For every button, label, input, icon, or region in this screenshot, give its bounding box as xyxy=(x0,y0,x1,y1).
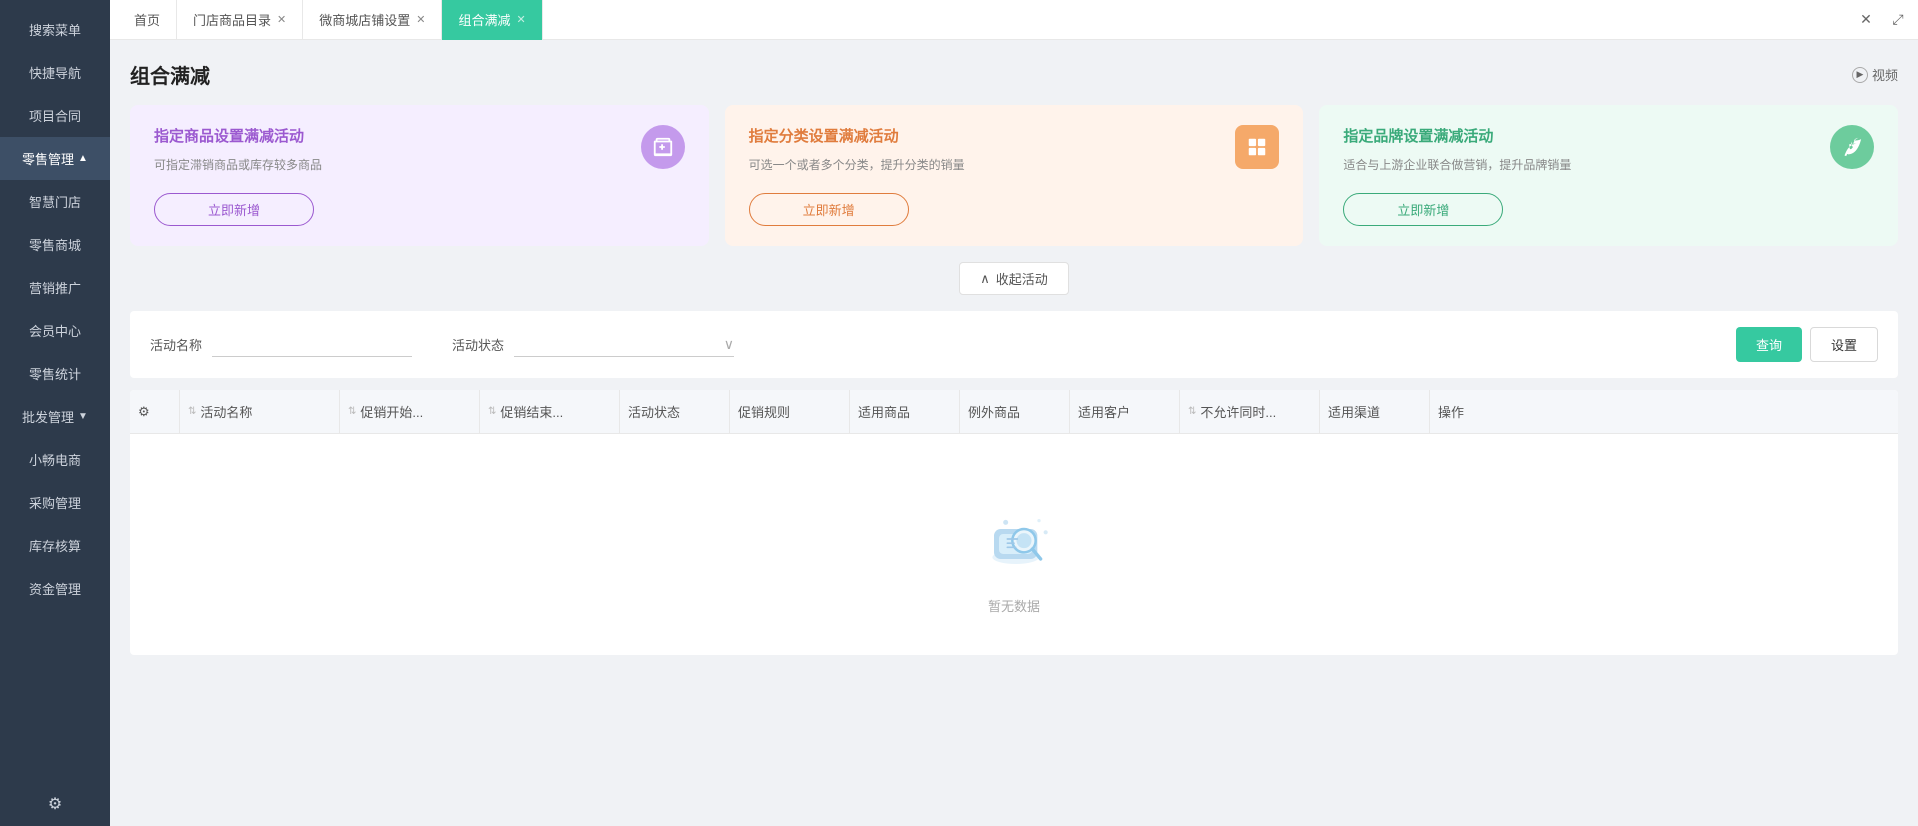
activity-status-select[interactable]: 全部 进行中 未开始 已结束 xyxy=(514,333,734,356)
card-product-icon xyxy=(641,125,685,169)
sidebar-item-wholesale-mgmt[interactable]: 批发管理 ▼ xyxy=(0,395,110,438)
sidebar-item-zero-mall[interactable]: 零售商城 xyxy=(0,223,110,266)
th-promo-rules: 促销规则 xyxy=(730,390,850,433)
filter-row: 活动名称 活动状态 全部 进行中 未开始 已结束 ∨ 查询 xyxy=(130,311,1898,378)
tabbar-actions: ✕ ⤢ xyxy=(1854,8,1910,32)
sort-icon[interactable]: ⇅ xyxy=(348,406,356,417)
card-brand-desc: 适合与上游企业联合做营销，提升品牌销量 xyxy=(1343,156,1874,175)
card-category-title: 指定分类设置满减活动 xyxy=(749,125,1280,146)
card-brand-icon xyxy=(1830,125,1874,169)
sidebar-item-marketing[interactable]: 营销推广 xyxy=(0,266,110,309)
sort-icon[interactable]: ⇅ xyxy=(1188,406,1196,417)
card-product-btn[interactable]: 立即新增 xyxy=(154,193,314,226)
close-window-icon[interactable]: ✕ xyxy=(1854,8,1878,32)
sidebar-item-retail-stats[interactable]: 零售统计 xyxy=(0,352,110,395)
card-product-desc: 可指定滞销商品或库存较多商品 xyxy=(154,156,685,175)
chevron-down-icon: ▼ xyxy=(78,411,88,422)
empty-illustration xyxy=(964,494,1064,584)
sidebar-item-retail-management[interactable]: 零售管理 ▲ xyxy=(0,137,110,180)
activity-status-label: 活动状态 xyxy=(452,335,504,354)
card-product-title: 指定商品设置满减活动 xyxy=(154,125,685,146)
settings-button[interactable]: 设置 xyxy=(1810,327,1878,362)
tab-home[interactable]: 首页 xyxy=(118,0,177,40)
main-area: 首页 门店商品目录 ✕ 微商城店铺设置 ✕ 组合满减 ✕ ✕ ⤢ 组合满减 ▶ … xyxy=(110,0,1918,826)
th-applicable-customers: 适用客户 xyxy=(1070,390,1180,433)
table-header: ⚙ ⇅ 活动名称 ⇅ 促销开始... ⇅ 促销结束... 活动状态 xyxy=(130,390,1898,434)
sidebar-item-xiaochang-ecom[interactable]: 小畅电商 xyxy=(0,438,110,481)
query-button[interactable]: 查询 xyxy=(1736,327,1802,362)
filter-actions: 查询 设置 xyxy=(1736,327,1878,362)
sidebar-item-search-menu[interactable]: 搜索菜单 xyxy=(0,8,110,51)
th-operations: 操作 xyxy=(1430,390,1550,433)
th-promo-end: ⇅ 促销结束... xyxy=(480,390,620,433)
empty-text: 暂无数据 xyxy=(988,596,1040,615)
tabbar: 首页 门店商品目录 ✕ 微商城店铺设置 ✕ 组合满减 ✕ ✕ ⤢ xyxy=(110,0,1918,40)
th-applicable-goods: 适用商品 xyxy=(850,390,960,433)
tab-store-catalog[interactable]: 门店商品目录 ✕ xyxy=(177,0,303,40)
sidebar-item-member-center[interactable]: 会员中心 xyxy=(0,309,110,352)
th-no-concurrent: ⇅ 不允许同时... xyxy=(1180,390,1320,433)
activity-name-label: 活动名称 xyxy=(150,335,202,354)
card-product: 指定商品设置满减活动 可指定滞销商品或库存较多商品 立即新增 xyxy=(130,105,709,246)
sidebar-item-inventory-calc[interactable]: 库存核算 xyxy=(0,524,110,567)
th-activity-status: 活动状态 xyxy=(620,390,730,433)
card-category-btn[interactable]: 立即新增 xyxy=(749,193,909,226)
sort-icon[interactable]: ⇅ xyxy=(188,406,196,417)
video-link[interactable]: ▶ 视频 xyxy=(1852,65,1898,84)
tab-combo-discount[interactable]: 组合满减 ✕ xyxy=(442,0,542,40)
filter-activity-status: 活动状态 全部 进行中 未开始 已结束 ∨ xyxy=(452,333,734,357)
sidebar-item-fund-mgmt[interactable]: 资金管理 xyxy=(0,567,110,610)
settings-icon[interactable]: ⚙ xyxy=(0,782,110,826)
th-applicable-channel: 适用渠道 xyxy=(1320,390,1430,433)
card-brand-btn[interactable]: 立即新增 xyxy=(1343,193,1503,226)
card-brand-title: 指定品牌设置满减活动 xyxy=(1343,125,1874,146)
cards-row: 指定商品设置满减活动 可指定滞销商品或库存较多商品 立即新增 指定分类设置满减活… xyxy=(130,105,1898,246)
sidebar: 搜索菜单 快捷导航 项目合同 零售管理 ▲ 智慧门店 零售商城 营销推广 会员中… xyxy=(0,0,110,826)
th-promo-start: ⇅ 促销开始... xyxy=(340,390,480,433)
activity-status-select-wrap: 全部 进行中 未开始 已结束 ∨ xyxy=(514,333,734,357)
table-wrap: ⚙ ⇅ 活动名称 ⇅ 促销开始... ⇅ 促销结束... 活动状态 xyxy=(130,390,1898,655)
th-settings[interactable]: ⚙ xyxy=(130,390,180,433)
gear-icon: ⚙ xyxy=(138,404,150,420)
page-title: 组合满减 xyxy=(130,60,210,89)
page-content: 组合满减 ▶ 视频 指定商品设置满减活动 可指定滞销商品或库存较多商品 立即新增 xyxy=(110,40,1918,826)
card-category: 指定分类设置满减活动 可选一个或者多个分类，提升分类的销量 立即新增 xyxy=(725,105,1304,246)
page-header: 组合满减 ▶ 视频 xyxy=(130,60,1898,89)
chevron-up-icon: ∧ xyxy=(980,271,990,287)
sidebar-item-project-contract[interactable]: 项目合同 xyxy=(0,94,110,137)
maximize-icon[interactable]: ⤢ xyxy=(1886,8,1910,32)
empty-state: 暂无数据 xyxy=(130,434,1898,655)
activity-name-input[interactable] xyxy=(212,333,412,357)
tab-close-store-catalog[interactable]: ✕ xyxy=(277,13,286,26)
card-category-icon xyxy=(1235,125,1279,169)
sidebar-item-smart-store[interactable]: 智慧门店 xyxy=(0,180,110,223)
play-circle-icon: ▶ xyxy=(1852,67,1868,83)
tab-close-micro-store-settings[interactable]: ✕ xyxy=(416,13,425,26)
chevron-up-icon: ▲ xyxy=(78,153,88,164)
card-brand: 指定品牌设置满减活动 适合与上游企业联合做营销，提升品牌销量 立即新增 xyxy=(1319,105,1898,246)
sidebar-item-quick-nav[interactable]: 快捷导航 xyxy=(0,51,110,94)
sidebar-item-purchase-mgmt[interactable]: 采购管理 xyxy=(0,481,110,524)
card-category-desc: 可选一个或者多个分类，提升分类的销量 xyxy=(749,156,1280,175)
sort-icon[interactable]: ⇅ xyxy=(488,406,496,417)
collapse-row: ∧ 收起活动 xyxy=(130,262,1898,295)
tab-close-combo-discount[interactable]: ✕ xyxy=(517,13,526,26)
collapse-btn[interactable]: ∧ 收起活动 xyxy=(959,262,1069,295)
tab-micro-store-settings[interactable]: 微商城店铺设置 ✕ xyxy=(303,0,442,40)
th-activity-name: ⇅ 活动名称 xyxy=(180,390,340,433)
filter-activity-name: 活动名称 xyxy=(150,333,412,357)
th-exception-goods: 例外商品 xyxy=(960,390,1070,433)
